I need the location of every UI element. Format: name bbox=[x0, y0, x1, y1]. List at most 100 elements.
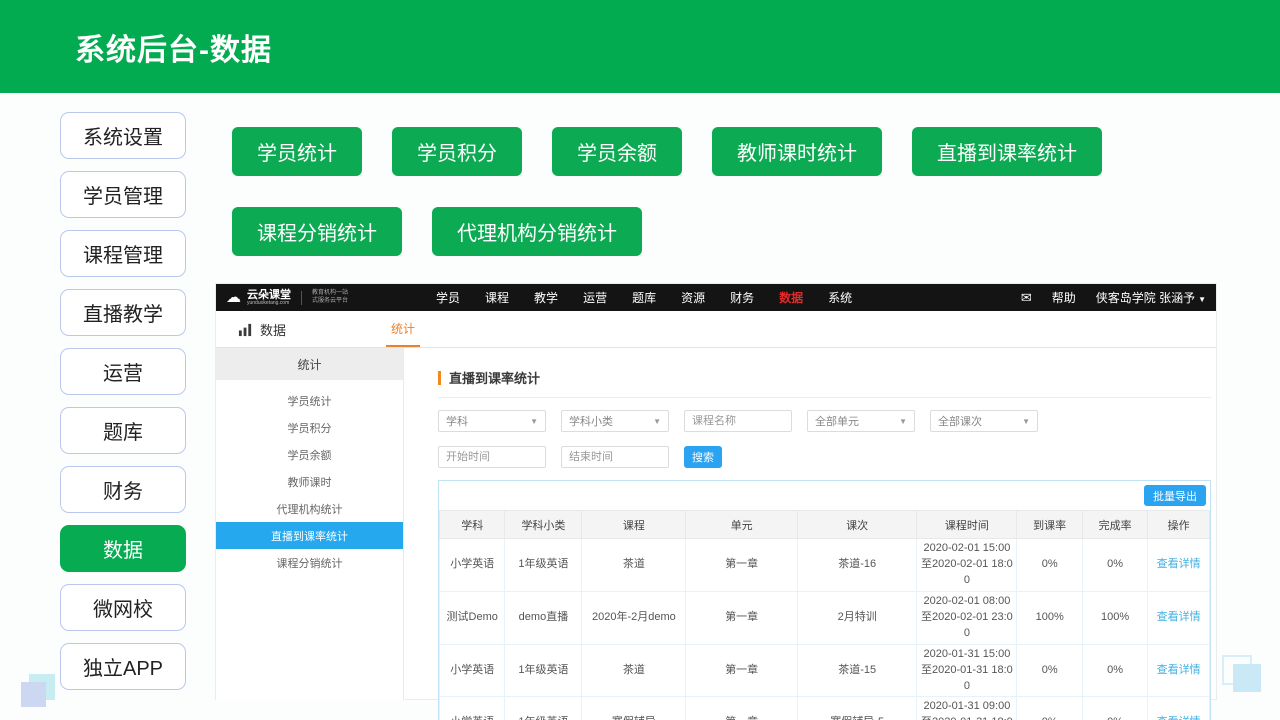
side-nav-button[interactable]: 直播教学 bbox=[60, 289, 186, 336]
panel-title-row: 直播到课率统计 bbox=[438, 368, 1211, 387]
tab-statistics[interactable]: 统计 bbox=[386, 311, 420, 347]
cell-complete-rate: 100% bbox=[1082, 591, 1147, 644]
chevron-down-icon: ▼ bbox=[899, 417, 907, 426]
cell-unit: 第一章 bbox=[686, 697, 798, 720]
cell-unit: 第一章 bbox=[686, 539, 798, 592]
side-nav-button[interactable]: 课程管理 bbox=[60, 230, 186, 277]
admin-nav-item[interactable]: 财务 bbox=[730, 289, 754, 306]
breadcrumb-bar: 数据 统计 bbox=[216, 311, 1216, 348]
side-menu-item[interactable]: 教师课时 bbox=[216, 468, 403, 495]
table-row: 小学英语 1年级英语 茶道 第一章 茶道-16 2020-02-01 15:00… bbox=[440, 539, 1210, 592]
cell-lesson: 茶道-16 bbox=[798, 539, 917, 592]
admin-nav-item[interactable]: 学员 bbox=[436, 289, 460, 306]
quick-link-button[interactable]: 代理机构分销统计 bbox=[432, 207, 642, 256]
cell-lesson: 寒假辅导-5 bbox=[798, 697, 917, 720]
cell-subject: 小学英语 bbox=[440, 644, 505, 697]
logo[interactable]: ☁ 云朵课堂 yunduoketang.com 教育机构一站 式服务云平台 bbox=[226, 289, 348, 307]
cell-unit: 第一章 bbox=[686, 644, 798, 697]
table-row: 小学英语 1年级英语 茶道 第一章 茶道-15 2020-01-31 15:00… bbox=[440, 644, 1210, 697]
unit-select[interactable]: 全部单元 ▼ bbox=[807, 410, 915, 432]
logo-slogan-line1: 教育机构一站 bbox=[312, 290, 348, 297]
side-nav-button[interactable]: 系统设置 bbox=[60, 112, 186, 159]
quick-link-button[interactable]: 课程分销统计 bbox=[232, 207, 402, 256]
side-nav: 系统设置学员管理课程管理直播教学运营题库财务数据微网校独立APP bbox=[60, 112, 186, 690]
account-menu[interactable]: 侠客岛学院 张涵予▼ bbox=[1096, 289, 1206, 306]
quick-link-button[interactable]: 直播到课率统计 bbox=[912, 127, 1102, 176]
page-header: 系统后台-数据 bbox=[0, 0, 1280, 93]
admin-nav-item[interactable]: 题库 bbox=[632, 289, 656, 306]
envelope-icon[interactable]: ✉ bbox=[1021, 290, 1032, 306]
help-link[interactable]: 帮助 bbox=[1052, 289, 1076, 306]
cell-subject-sub: 1年级英语 bbox=[505, 644, 582, 697]
lesson-select[interactable]: 全部课次 ▼ bbox=[930, 410, 1038, 432]
side-nav-button[interactable]: 学员管理 bbox=[60, 171, 186, 218]
admin-nav-item[interactable]: 系统 bbox=[828, 289, 852, 306]
title-accent-bar bbox=[438, 371, 441, 385]
view-detail-link[interactable]: 查看详情 bbox=[1157, 716, 1201, 720]
cell-course-time: 2020-02-01 15:00至2020-02-01 18:00 bbox=[917, 539, 1017, 592]
cell-course-time: 2020-01-31 09:00至2020-01-31 18:00 bbox=[917, 697, 1017, 720]
search-button[interactable]: 搜索 bbox=[684, 446, 722, 468]
cell-action: 查看详情 bbox=[1148, 539, 1210, 592]
cell-attend-rate: 0% bbox=[1017, 539, 1082, 592]
side-menu-item[interactable]: 代理机构统计 bbox=[216, 495, 403, 522]
admin-nav-menu: 学员 课程 教学 运营 题库 资源 财务 数据 系统 bbox=[436, 289, 852, 306]
side-menu-item[interactable]: 学员积分 bbox=[216, 414, 403, 441]
side-nav-button[interactable]: 运营 bbox=[60, 348, 186, 395]
subject-sub-select[interactable]: 学科小类 ▼ bbox=[561, 410, 669, 432]
decorative-square bbox=[21, 682, 46, 707]
course-name-input[interactable] bbox=[684, 410, 792, 432]
batch-export-button[interactable]: 批量导出 bbox=[1144, 485, 1206, 506]
quick-links-row-2: 课程分销统计代理机构分销统计 bbox=[232, 207, 1212, 256]
admin-nav-item[interactable]: 课程 bbox=[485, 289, 509, 306]
chevron-down-icon: ▼ bbox=[1022, 417, 1030, 426]
side-menu-item[interactable]: 直播到课率统计 bbox=[216, 522, 403, 549]
table-body: 小学英语 1年级英语 茶道 第一章 茶道-16 2020-02-01 15:00… bbox=[440, 539, 1210, 720]
cell-course-time: 2020-02-01 08:00至2020-02-01 23:00 bbox=[917, 591, 1017, 644]
side-nav-button[interactable]: 财务 bbox=[60, 466, 186, 513]
chevron-down-icon: ▼ bbox=[530, 417, 538, 426]
quick-link-button[interactable]: 学员积分 bbox=[392, 127, 522, 176]
table-header-cell: 学科小类 bbox=[505, 511, 582, 539]
side-menu-item[interactable]: 课程分销统计 bbox=[216, 549, 403, 576]
subject-sub-select-value: 学科小类 bbox=[569, 413, 613, 429]
quick-link-button[interactable]: 学员余额 bbox=[552, 127, 682, 176]
view-detail-link[interactable]: 查看详情 bbox=[1157, 664, 1201, 676]
side-nav-button[interactable]: 题库 bbox=[60, 407, 186, 454]
admin-nav-item[interactable]: 教学 bbox=[534, 289, 558, 306]
chevron-down-icon: ▼ bbox=[1198, 295, 1206, 304]
admin-nav-item[interactable]: 运营 bbox=[583, 289, 607, 306]
side-menu-item[interactable]: 学员余额 bbox=[216, 441, 403, 468]
side-nav-button[interactable]: 微网校 bbox=[60, 584, 186, 631]
panel-title: 直播到课率统计 bbox=[449, 368, 540, 387]
cell-lesson: 茶道-15 bbox=[798, 644, 917, 697]
lesson-select-value: 全部课次 bbox=[938, 413, 982, 429]
subject-select[interactable]: 学科 ▼ bbox=[438, 410, 546, 432]
cell-action: 查看详情 bbox=[1148, 644, 1210, 697]
side-nav-button[interactable]: 数据 bbox=[60, 525, 186, 572]
view-detail-link[interactable]: 查看详情 bbox=[1157, 611, 1201, 623]
quick-link-button[interactable]: 教师课时统计 bbox=[712, 127, 882, 176]
cell-course: 2020年-2月demo bbox=[582, 591, 686, 644]
breadcrumb: 数据 bbox=[260, 320, 286, 339]
side-menu-item[interactable]: 学员统计 bbox=[216, 387, 403, 414]
cell-attend-rate: 0% bbox=[1017, 697, 1082, 720]
account-label: 侠客岛学院 张涵予 bbox=[1096, 291, 1195, 305]
main-panel: 直播到课率统计 学科 ▼ 学科小类 ▼ 全部单元 ▼ 全部课次 bbox=[404, 348, 1216, 700]
cell-subject: 小学英语 bbox=[440, 539, 505, 592]
admin-nav-item[interactable]: 资源 bbox=[681, 289, 705, 306]
table-header-cell: 完成率 bbox=[1082, 511, 1147, 539]
cell-lesson: 2月特训 bbox=[798, 591, 917, 644]
side-nav-button[interactable]: 独立APP bbox=[60, 643, 186, 690]
cell-complete-rate: 0% bbox=[1082, 697, 1147, 720]
cell-course: 茶道 bbox=[582, 644, 686, 697]
cell-course-time: 2020-01-31 15:00至2020-01-31 18:00 bbox=[917, 644, 1017, 697]
side-menu-items: 学员统计学员积分学员余额教师课时代理机构统计直播到课率统计课程分销统计 bbox=[216, 387, 403, 576]
end-time-input[interactable] bbox=[561, 446, 669, 468]
quick-link-button[interactable]: 学员统计 bbox=[232, 127, 362, 176]
logo-text: 云朵课堂 yunduoketang.com bbox=[247, 289, 291, 307]
admin-nav-item[interactable]: 数据 bbox=[779, 289, 803, 306]
start-time-input[interactable] bbox=[438, 446, 546, 468]
cell-subject-sub: 1年级英语 bbox=[505, 697, 582, 720]
view-detail-link[interactable]: 查看详情 bbox=[1157, 558, 1201, 570]
